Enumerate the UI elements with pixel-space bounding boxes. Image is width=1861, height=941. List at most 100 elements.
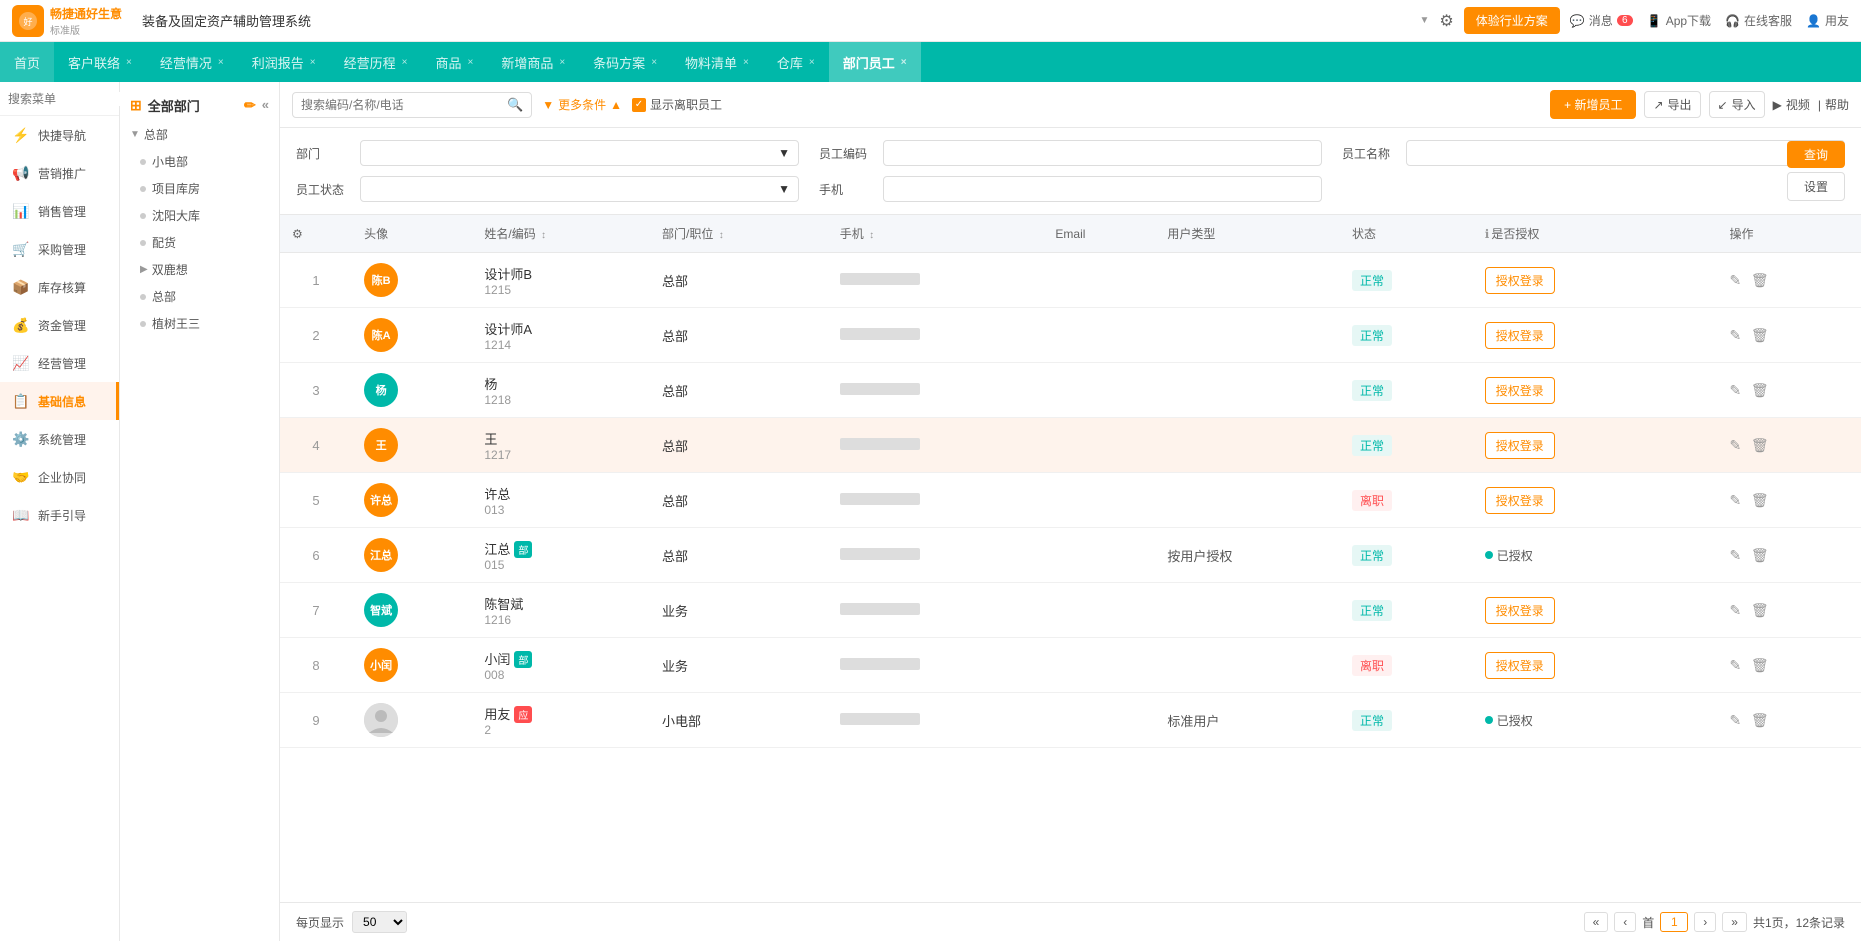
edit-button[interactable]: ✎ bbox=[1730, 547, 1742, 563]
tab-home[interactable]: 首页 bbox=[0, 42, 54, 82]
tab-history[interactable]: 经营历程× bbox=[330, 42, 422, 82]
delete-button[interactable]: 🗑 bbox=[1751, 547, 1769, 563]
search-input[interactable] bbox=[301, 98, 501, 112]
next-page-button[interactable]: › bbox=[1694, 912, 1716, 932]
tab-operations[interactable]: 经营情况× bbox=[146, 42, 238, 82]
tab-warehouse[interactable]: 仓库× bbox=[763, 42, 829, 82]
sidebar-item-purchase[interactable]: 🛒 采购管理 bbox=[0, 230, 119, 268]
sidebar-item-system[interactable]: ⚙️ 系统管理 bbox=[0, 420, 119, 458]
sidebar-item-finance[interactable]: 💰 资金管理 bbox=[0, 306, 119, 344]
last-page-button[interactable]: » bbox=[1722, 912, 1747, 932]
auth-login-button[interactable]: 授权登录 bbox=[1485, 432, 1555, 459]
tab-add-goods[interactable]: 新增商品× bbox=[487, 42, 579, 82]
close-icon[interactable]: × bbox=[218, 57, 224, 68]
tab-barcode[interactable]: 条码方案× bbox=[579, 42, 671, 82]
edit-button[interactable]: ✎ bbox=[1730, 327, 1742, 343]
dept-add-icon[interactable]: ✏ bbox=[244, 97, 256, 114]
import-button[interactable]: ↙ 导入 bbox=[1709, 91, 1765, 118]
show-resigned-toggle[interactable]: ✓ 显示离职员工 bbox=[632, 96, 722, 113]
prev-page-button[interactable]: ‹ bbox=[1614, 912, 1636, 932]
delete-button[interactable]: 🗑 bbox=[1751, 657, 1769, 673]
delete-button[interactable]: 🗑 bbox=[1751, 602, 1769, 618]
sidebar-item-inventory[interactable]: 📦 库存核算 bbox=[0, 268, 119, 306]
close-icon[interactable]: × bbox=[901, 57, 907, 68]
message-button[interactable]: 💬 消息 6 bbox=[1570, 12, 1633, 29]
auth-login-button[interactable]: 授权登录 bbox=[1485, 267, 1555, 294]
edit-button[interactable]: ✎ bbox=[1730, 382, 1742, 398]
close-icon[interactable]: × bbox=[559, 57, 565, 68]
tab-goods[interactable]: 商品× bbox=[421, 42, 487, 82]
col-name[interactable]: 姓名/编码 ↕ bbox=[472, 215, 650, 253]
export-button[interactable]: ↗ 导出 bbox=[1644, 91, 1700, 118]
filter-dept-select[interactable]: ▼ bbox=[360, 140, 799, 166]
sidebar-item-quicknav[interactable]: ⚡ 快捷导航 bbox=[0, 116, 119, 154]
system-dropdown-arrow[interactable]: ▼ bbox=[1420, 15, 1430, 26]
filter-phone-input[interactable] bbox=[883, 176, 1322, 202]
close-icon[interactable]: × bbox=[809, 57, 815, 68]
close-icon[interactable]: × bbox=[651, 57, 657, 68]
sidebar-item-management[interactable]: 📈 经营管理 bbox=[0, 344, 119, 382]
dept-node-xiangmu[interactable]: 项目库房 bbox=[120, 175, 279, 202]
edit-button[interactable]: ✎ bbox=[1730, 657, 1742, 673]
filter-empcode-input[interactable] bbox=[883, 140, 1322, 166]
sidebar-item-marketing[interactable]: 📢 营销推广 bbox=[0, 154, 119, 192]
dept-collapse-btn[interactable]: « bbox=[262, 97, 269, 114]
auth-login-button[interactable]: 授权登录 bbox=[1485, 652, 1555, 679]
auth-login-button[interactable]: 授权登录 bbox=[1485, 322, 1555, 349]
online-service-button[interactable]: 🎧 在线客服 bbox=[1725, 12, 1792, 29]
edit-button[interactable]: ✎ bbox=[1730, 712, 1742, 728]
auth-login-button[interactable]: 授权登录 bbox=[1485, 377, 1555, 404]
dept-node-xiaodibu[interactable]: 小电部 bbox=[120, 148, 279, 175]
delete-button[interactable]: 🗑 bbox=[1751, 492, 1769, 508]
close-icon[interactable]: × bbox=[310, 57, 316, 68]
close-icon[interactable]: × bbox=[402, 57, 408, 68]
first-page-button[interactable]: « bbox=[1584, 912, 1609, 932]
edit-button[interactable]: ✎ bbox=[1730, 602, 1742, 618]
add-employee-button[interactable]: + 新增员工 bbox=[1550, 90, 1636, 119]
sidebar-item-sales[interactable]: 📊 销售管理 bbox=[0, 192, 119, 230]
sidebar-item-guide[interactable]: 📖 新手引导 bbox=[0, 496, 119, 534]
close-icon[interactable]: × bbox=[467, 57, 473, 68]
more-filter-button[interactable]: ▼ 更多条件 ▲ bbox=[542, 96, 622, 113]
close-icon[interactable]: × bbox=[126, 57, 132, 68]
col-dept[interactable]: 部门/职位 ↕ bbox=[650, 215, 828, 253]
delete-button[interactable]: 🗑 bbox=[1751, 272, 1769, 288]
edit-button[interactable]: ✎ bbox=[1730, 492, 1742, 508]
gear-button[interactable]: ⚙ bbox=[1439, 11, 1453, 31]
experience-button[interactable]: 体验行业方案 bbox=[1464, 7, 1560, 34]
dept-node-peihuo[interactable]: 配货 bbox=[120, 229, 279, 256]
dept-node-shenyang[interactable]: 沈阳大库 bbox=[120, 202, 279, 229]
delete-button[interactable]: 🗑 bbox=[1751, 327, 1769, 343]
auth-login-button[interactable]: 授权登录 bbox=[1485, 487, 1555, 514]
col-settings[interactable]: ⚙ bbox=[280, 215, 352, 253]
tab-dept-employee[interactable]: 部门员工× bbox=[829, 42, 921, 82]
close-icon[interactable]: × bbox=[743, 57, 749, 68]
help-button[interactable]: | 帮助 bbox=[1818, 96, 1849, 113]
delete-button[interactable]: 🗑 bbox=[1751, 382, 1769, 398]
delete-button[interactable]: 🗑 bbox=[1751, 437, 1769, 453]
query-button[interactable]: 查询 bbox=[1787, 141, 1845, 168]
filter-status-select[interactable]: ▼ bbox=[360, 176, 799, 202]
dept-node-root[interactable]: ▼ 总部 bbox=[120, 121, 279, 148]
app-download-button[interactable]: 📱 App下载 bbox=[1647, 12, 1711, 29]
dept-node-zongbu[interactable]: 总部 bbox=[120, 283, 279, 310]
search-icon[interactable]: 🔍 bbox=[507, 97, 523, 113]
reset-button[interactable]: 设置 bbox=[1787, 172, 1845, 201]
sidebar-item-collab[interactable]: 🤝 企业协同 bbox=[0, 458, 119, 496]
current-page[interactable]: 1 bbox=[1660, 912, 1688, 932]
dept-node-shuanglu[interactable]: ▶ 双鹿想 bbox=[120, 256, 279, 283]
per-page-select[interactable]: 50 100 bbox=[352, 911, 407, 933]
dept-node-zhishu[interactable]: 植树王三 bbox=[120, 310, 279, 337]
tab-profit[interactable]: 利润报告× bbox=[238, 42, 330, 82]
filter-empname-input[interactable] bbox=[1406, 140, 1845, 166]
edit-button[interactable]: ✎ bbox=[1730, 272, 1742, 288]
delete-button[interactable]: 🗑 bbox=[1751, 712, 1769, 728]
video-button[interactable]: ▶ 视频 bbox=[1773, 96, 1810, 113]
edit-button[interactable]: ✎ bbox=[1730, 437, 1742, 453]
auth-login-button[interactable]: 授权登录 bbox=[1485, 597, 1555, 624]
col-phone[interactable]: 手机 ↕ bbox=[828, 215, 1044, 253]
tab-bom[interactable]: 物料清单× bbox=[671, 42, 763, 82]
user-menu[interactable]: 👤 用友 bbox=[1806, 12, 1849, 29]
tab-customer[interactable]: 客户联络× bbox=[54, 42, 146, 82]
sidebar-item-basic-info[interactable]: 📋 基础信息 bbox=[0, 382, 119, 420]
